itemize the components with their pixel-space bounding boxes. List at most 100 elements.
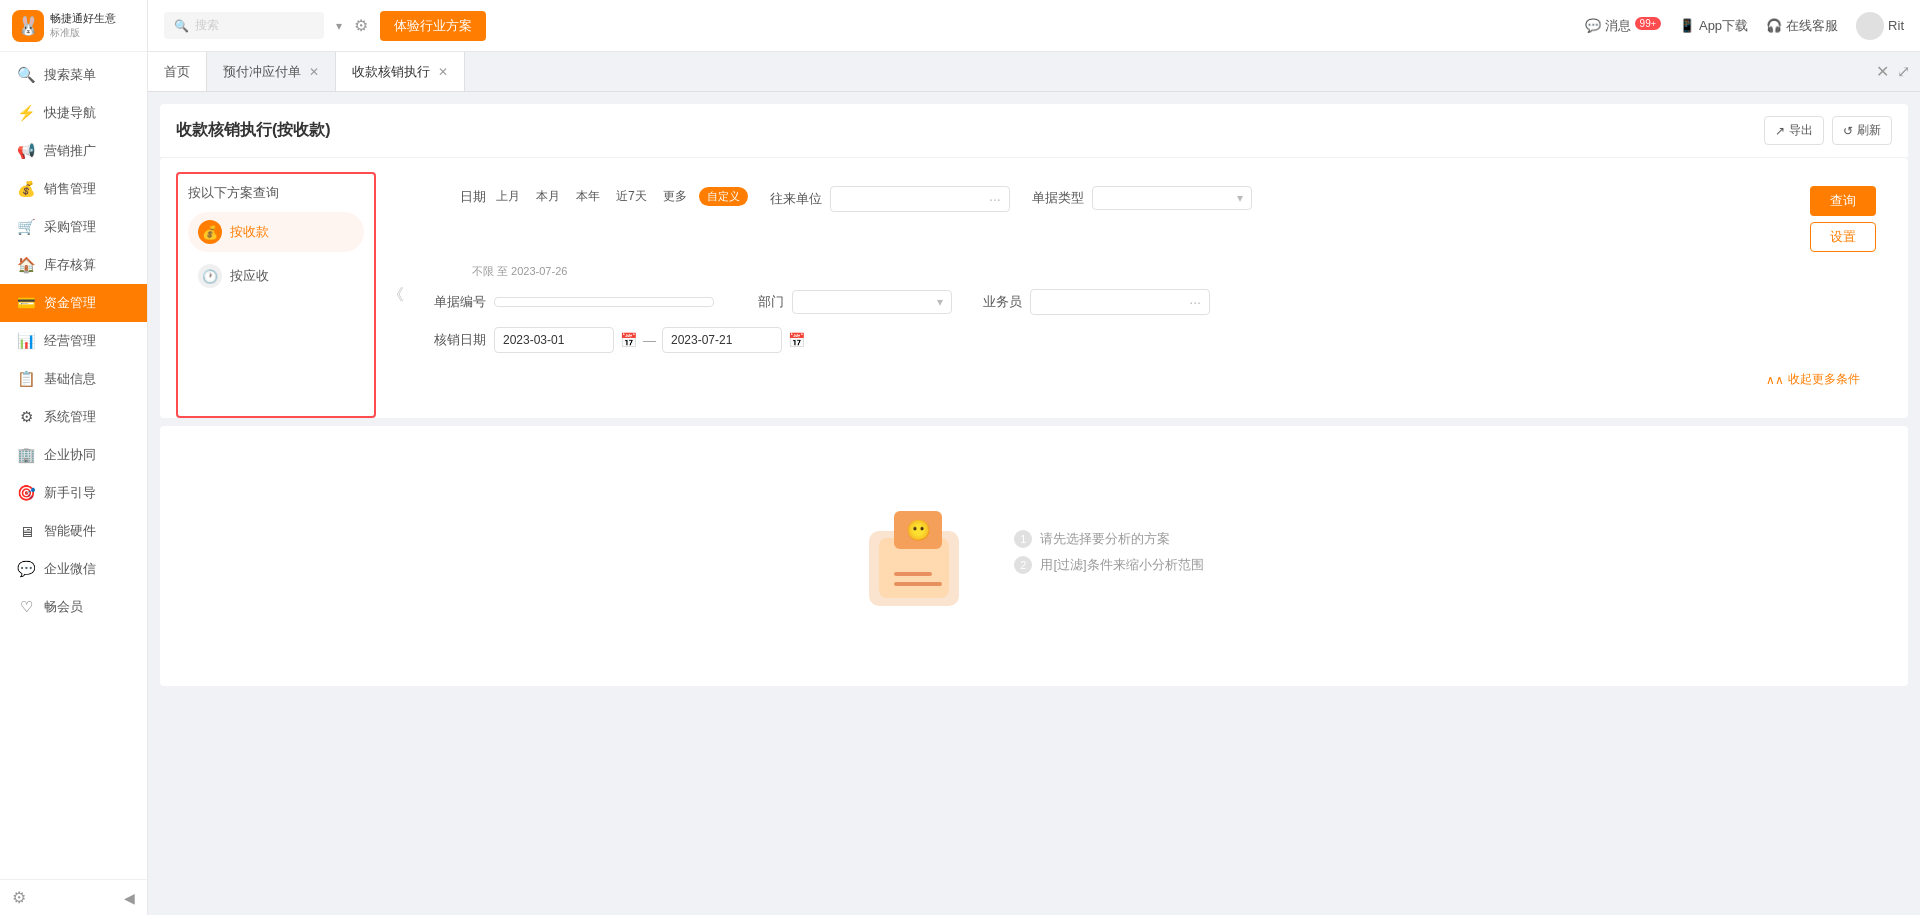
collapse-sidebar-btn[interactable]: ◀: [124, 890, 135, 906]
counterpart-dots-icon[interactable]: ···: [989, 191, 1001, 207]
shortcut-7days[interactable]: 近7天: [612, 186, 651, 207]
nav-label-enterprise-collab: 企业协同: [44, 446, 96, 464]
page-header-actions: ↗ 导出 ↺ 刷新: [1764, 116, 1892, 145]
nav-icon-enterprise-collab: 🏢: [16, 446, 36, 464]
sidebar-item-system[interactable]: ⚙ 系统管理: [0, 398, 147, 436]
tab-collection-close[interactable]: ✕: [438, 65, 448, 79]
nav-icon-guide: 🎯: [16, 484, 36, 502]
tab-home[interactable]: 首页: [148, 52, 207, 91]
page-title: 收款核销执行(按收款): [176, 120, 331, 141]
verify-date-start-input[interactable]: [494, 327, 614, 353]
nav-label-members: 畅会员: [44, 598, 83, 616]
collapse-query-sidebar-btn[interactable]: 《: [388, 285, 404, 306]
collapse-icon: ∧∧: [1766, 373, 1784, 387]
message-btn[interactable]: 💬 消息 99+: [1585, 17, 1661, 35]
voucher-type-group: 单据类型 ▾: [1030, 186, 1252, 210]
solution-btn[interactable]: 体验行业方案: [380, 11, 486, 41]
sidebar-item-search-menu[interactable]: 🔍搜索菜单: [0, 56, 147, 94]
sidebar-item-members[interactable]: ♡畅会员: [0, 588, 147, 626]
dept-select[interactable]: ▾: [792, 290, 952, 314]
empty-line1: [894, 582, 942, 586]
sidebar-item-inventory[interactable]: 🏠库存核算: [0, 246, 147, 284]
nav-icon-quick-nav: ⚡: [16, 104, 36, 122]
search-placeholder: 搜索: [195, 17, 219, 34]
shortcut-this-month[interactable]: 本月: [532, 186, 564, 207]
filter-row-3: 核销日期 📅 — 📅: [432, 327, 1876, 353]
sidebar-item-operations[interactable]: 📊经营管理: [0, 322, 147, 360]
online-service-btn[interactable]: 🎧 在线客服: [1766, 17, 1838, 35]
query-option-receivable-label: 按应收: [230, 267, 269, 285]
tab-prepay-close[interactable]: ✕: [309, 65, 319, 79]
sidebar-item-enterprise-collab[interactable]: 🏢 企业协同: [0, 436, 147, 474]
verify-date-end-cal-icon[interactable]: 📅: [788, 332, 805, 348]
empty-line2: [894, 572, 932, 576]
sidebar: 🐰 畅捷通好生意 标准版 🔍搜索菜单⚡快捷导航📢营销推广💰销售管理🛒采购管理🏠库…: [0, 0, 148, 915]
salesperson-input[interactable]: ···: [1030, 289, 1210, 315]
shortcut-this-year[interactable]: 本年: [572, 186, 604, 207]
message-icon: 💬: [1585, 18, 1601, 33]
sidebar-item-enterprise-wechat[interactable]: 💬企业微信: [0, 550, 147, 588]
counterpart-input[interactable]: ···: [830, 186, 1010, 212]
refresh-btn[interactable]: ↺ 刷新: [1832, 116, 1892, 145]
verify-date-start-cal-icon[interactable]: 📅: [620, 332, 637, 348]
shortcut-last-month[interactable]: 上月: [492, 186, 524, 207]
empty-tip-1-text: 请先选择要分析的方案: [1040, 530, 1170, 548]
query-btn[interactable]: 查询: [1810, 186, 1876, 216]
tab-expand-btn[interactable]: ⤢: [1897, 62, 1910, 81]
sidebar-item-smart-hw[interactable]: 🖥智能硬件: [0, 512, 147, 550]
tab-close-all-btn[interactable]: ✕: [1876, 62, 1889, 81]
nav-label-guide: 新手引导: [44, 484, 96, 502]
nav-icon-purchase: 🛒: [16, 218, 36, 236]
tabbar: 首页 预付冲应付单 ✕ 收款核销执行 ✕ ✕ ⤢: [148, 52, 1920, 92]
service-label: 在线客服: [1786, 17, 1838, 35]
sidebar-item-purchase[interactable]: 🛒 采购管理: [0, 208, 147, 246]
voucher-type-arrow-icon: ▾: [1237, 191, 1243, 205]
shortcut-custom[interactable]: 自定义: [699, 187, 748, 206]
empty-tips: 1 请先选择要分析的方案 2 用[过滤]条件来缩小分析范围: [1014, 530, 1203, 582]
tab-prepay[interactable]: 预付冲应付单 ✕: [207, 52, 336, 91]
salesperson-label: 业务员: [968, 293, 1022, 311]
salesperson-dots-icon[interactable]: ···: [1189, 294, 1201, 310]
sidebar-item-finance[interactable]: 💳资金管理: [0, 284, 147, 322]
query-btns: 查询 设置: [1810, 186, 1876, 252]
tip-num-1: 1: [1014, 530, 1032, 548]
export-btn[interactable]: ↗ 导出: [1764, 116, 1824, 145]
app-download-label: App下载: [1699, 17, 1748, 35]
topbar-chevron-icon[interactable]: ▾: [336, 19, 342, 33]
nav-label-marketing: 营销推广: [44, 142, 96, 160]
sidebar-item-marketing[interactable]: 📢 营销推广: [0, 132, 147, 170]
date-group: 日期 上月 本月 本年 近7天 更多 自定义: [432, 186, 748, 207]
voucher-type-select[interactable]: ▾: [1092, 186, 1252, 210]
query-option-by-collection[interactable]: 💰 按收款: [188, 212, 364, 252]
sidebar-item-guide[interactable]: 🎯 新手引导: [0, 474, 147, 512]
page-content: 收款核销执行(按收款) ↗ 导出 ↺ 刷新 按以下方案查询 💰 按收款: [148, 92, 1920, 915]
empty-state-inner: 😶 1 请先选择要分析的方案 2 用[过滤]条件来缩小分析范围: [864, 506, 1203, 606]
nav-label-system: 系统管理: [44, 408, 96, 426]
nav-label-search-menu: 搜索菜单: [44, 66, 96, 84]
sidebar-item-quick-nav[interactable]: ⚡快捷导航: [0, 94, 147, 132]
settings-btn[interactable]: 设置: [1810, 222, 1876, 252]
topbar-gear-icon[interactable]: ⚙: [354, 16, 368, 35]
settings-icon[interactable]: ⚙: [12, 888, 26, 907]
logo-icon: 🐰: [12, 10, 44, 42]
nav-label-purchase: 采购管理: [44, 218, 96, 236]
empty-face: 😶: [894, 511, 942, 549]
topbar-search[interactable]: 🔍 搜索: [164, 12, 324, 39]
user-area[interactable]: Rit: [1856, 12, 1904, 40]
tab-prepay-label: 预付冲应付单: [223, 63, 301, 81]
collapse-more-btn[interactable]: ∧∧ 收起更多条件: [1766, 365, 1876, 394]
sidebar-item-basic-info[interactable]: 📋基础信息: [0, 360, 147, 398]
counterpart-group: 往来单位 ···: [768, 186, 1010, 212]
app-download-btn[interactable]: 📱 App下载: [1679, 17, 1748, 35]
tab-collection[interactable]: 收款核销执行 ✕: [336, 52, 465, 91]
nav-icon-system: ⚙: [16, 408, 36, 426]
query-option-by-receivable[interactable]: 🕐 按应收: [188, 256, 364, 296]
voucher-no-input[interactable]: [494, 297, 714, 307]
nav-label-inventory: 库存核算: [44, 256, 96, 274]
nav-icon-marketing: 📢: [16, 142, 36, 160]
sidebar-item-sales[interactable]: 💰销售管理: [0, 170, 147, 208]
verify-date-end-input[interactable]: [662, 327, 782, 353]
shortcut-more[interactable]: 更多: [659, 186, 691, 207]
verify-date-label: 核销日期: [432, 331, 486, 349]
user-name: Rit: [1888, 18, 1904, 33]
